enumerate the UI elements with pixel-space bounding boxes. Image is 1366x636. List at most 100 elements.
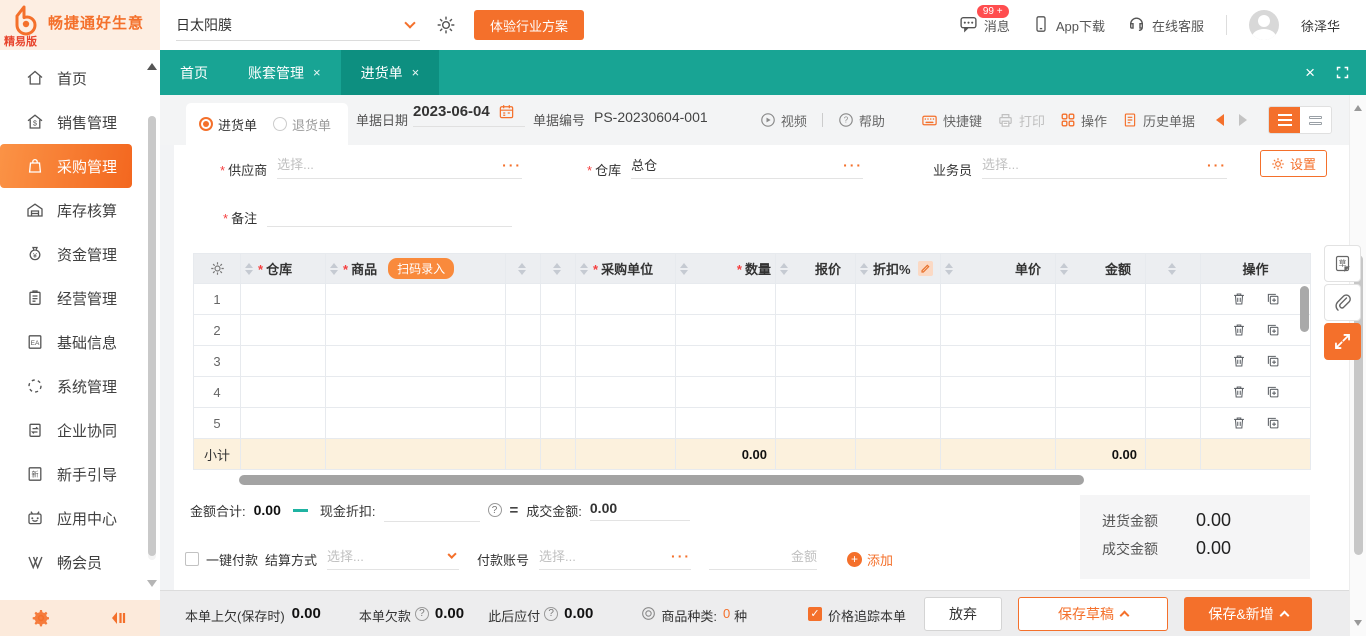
empty-cell[interactable]: [855, 314, 941, 346]
fullscreen-icon[interactable]: [1335, 65, 1350, 80]
column-settings-header[interactable]: [193, 253, 241, 284]
delete-row-icon[interactable]: [1231, 384, 1247, 400]
empty-cell[interactable]: [775, 376, 856, 408]
empty-cell[interactable]: [775, 283, 856, 315]
date-field[interactable]: 2023-06-04: [413, 103, 525, 127]
empty-cell[interactable]: [505, 345, 541, 377]
bill-type-purchase-radio[interactable]: 进货单: [199, 115, 257, 134]
save-draft-button[interactable]: 保存草稿: [1018, 596, 1168, 631]
pay-amount-input[interactable]: [709, 548, 818, 564]
next-doc-icon[interactable]: [1239, 114, 1253, 126]
empty-cell[interactable]: [1145, 407, 1201, 439]
sidebar-item-collab[interactable]: 企业协同: [0, 408, 132, 452]
table-vertical-scrollbar[interactable]: [1300, 286, 1309, 332]
list-view-button[interactable]: [1269, 107, 1300, 133]
empty-cell[interactable]: [775, 345, 856, 377]
empty-cell[interactable]: [505, 376, 541, 408]
sidebar-scroll-down-icon[interactable]: [147, 580, 157, 592]
empty-cell[interactable]: [540, 314, 576, 346]
empty-cell[interactable]: [1055, 345, 1146, 377]
col-header-narrow-3[interactable]: [1145, 253, 1201, 284]
empty-cell[interactable]: [505, 314, 541, 346]
warehouse-input[interactable]: [631, 157, 844, 172]
tab-purchase-order[interactable]: 进货单 ×: [340, 50, 440, 95]
empty-cell[interactable]: [940, 314, 1056, 346]
column-settings-button[interactable]: 设置: [1260, 150, 1328, 177]
close-all-tabs-icon[interactable]: ×: [1305, 63, 1315, 83]
close-tab-icon[interactable]: ×: [412, 65, 420, 80]
table-horizontal-scrollbar[interactable]: [193, 475, 1310, 486]
col-header-discount[interactable]: 折扣%: [855, 253, 941, 284]
empty-cell[interactable]: [775, 314, 856, 346]
sidebar-item-app-center[interactable]: 应用中心: [0, 496, 132, 540]
empty-cell[interactable]: [240, 283, 326, 315]
delete-row-icon[interactable]: [1231, 353, 1247, 369]
app-download-button[interactable]: App下载: [1032, 15, 1105, 36]
col-header-narrow-1[interactable]: [505, 253, 541, 284]
sidebar-item-purchase[interactable]: 采购管理: [0, 144, 132, 188]
copy-row-icon[interactable]: [1265, 291, 1281, 307]
sidebar-item-system[interactable]: 系统管理: [0, 364, 132, 408]
remark-input[interactable]: [267, 205, 513, 220]
empty-cell[interactable]: [940, 283, 1056, 315]
video-button[interactable]: 视频: [760, 111, 807, 130]
edit-discount-icon[interactable]: [917, 261, 933, 276]
empty-cell[interactable]: [325, 376, 506, 408]
help-circle-icon[interactable]: ?: [414, 606, 429, 621]
page-scrollbar[interactable]: [1349, 95, 1366, 636]
empty-cell[interactable]: [575, 345, 676, 377]
sort-icon[interactable]: [1060, 259, 1068, 279]
messages-button[interactable]: 消息 99 +: [959, 3, 1011, 36]
empty-cell[interactable]: [240, 314, 326, 346]
tab-home[interactable]: 首页: [160, 50, 228, 95]
empty-cell[interactable]: [1145, 314, 1201, 346]
col-header-price[interactable]: 单价: [940, 253, 1056, 284]
sort-icon[interactable]: [860, 259, 868, 279]
sidebar-scrollbar[interactable]: [148, 116, 156, 560]
sort-icon[interactable]: [780, 259, 788, 279]
help-circle-icon[interactable]: ?: [487, 503, 502, 517]
sort-icon[interactable]: [1168, 259, 1176, 279]
scan-entry-button[interactable]: 扫码录入: [388, 258, 455, 279]
sidebar-scroll-up-icon[interactable]: [147, 58, 157, 70]
cash-discount-input[interactable]: [383, 498, 480, 522]
empty-cell[interactable]: [240, 407, 326, 439]
col-header-narrow-2[interactable]: [540, 253, 576, 284]
card-view-button[interactable]: [1300, 107, 1331, 133]
empty-cell[interactable]: [575, 314, 676, 346]
tab-account-management[interactable]: 账套管理 ×: [228, 50, 341, 95]
print-button[interactable]: 打印: [997, 111, 1045, 130]
sidebar-item-base-info[interactable]: EA 基础信息: [0, 320, 132, 364]
empty-cell[interactable]: [325, 345, 506, 377]
empty-cell[interactable]: [855, 283, 941, 315]
empty-cell[interactable]: [1145, 283, 1201, 315]
empty-cell[interactable]: [855, 407, 941, 439]
col-header-quote[interactable]: 报价: [775, 253, 856, 284]
empty-cell[interactable]: [1055, 283, 1146, 315]
copy-row-icon[interactable]: [1265, 353, 1281, 369]
deal-amount-value[interactable]: 0.00: [589, 500, 690, 521]
empty-cell[interactable]: [540, 345, 576, 377]
empty-cell[interactable]: [1055, 314, 1146, 346]
empty-cell[interactable]: [675, 376, 776, 408]
help-circle-icon[interactable]: ?: [544, 606, 559, 621]
delete-row-icon[interactable]: [1231, 322, 1247, 338]
empty-cell[interactable]: [675, 407, 776, 439]
copy-row-icon[interactable]: [1265, 415, 1281, 431]
settle-method-input[interactable]: [327, 548, 445, 564]
sidebar-item-home[interactable]: 首页: [0, 56, 132, 100]
expand-button[interactable]: [1324, 323, 1361, 360]
col-header-amount[interactable]: 金额: [1055, 253, 1146, 284]
empty-cell[interactable]: [1145, 345, 1201, 377]
sort-icon[interactable]: [553, 259, 561, 279]
copy-row-icon[interactable]: [1265, 384, 1281, 400]
onekey-pay-checkbox[interactable]: [185, 552, 199, 566]
trial-plan-button[interactable]: 体验行业方案: [474, 10, 585, 40]
supplier-picker-icon[interactable]: ···: [502, 158, 522, 172]
sidebar-item-operation[interactable]: 经营管理: [0, 276, 132, 320]
copy-row-icon[interactable]: [1265, 322, 1281, 338]
abandon-button[interactable]: 放弃: [924, 596, 1002, 631]
sidebar-settings-gear-icon[interactable]: [32, 609, 50, 627]
prev-doc-icon[interactable]: [1210, 114, 1224, 126]
sidebar-item-guide[interactable]: 新 新手引导: [0, 452, 132, 496]
